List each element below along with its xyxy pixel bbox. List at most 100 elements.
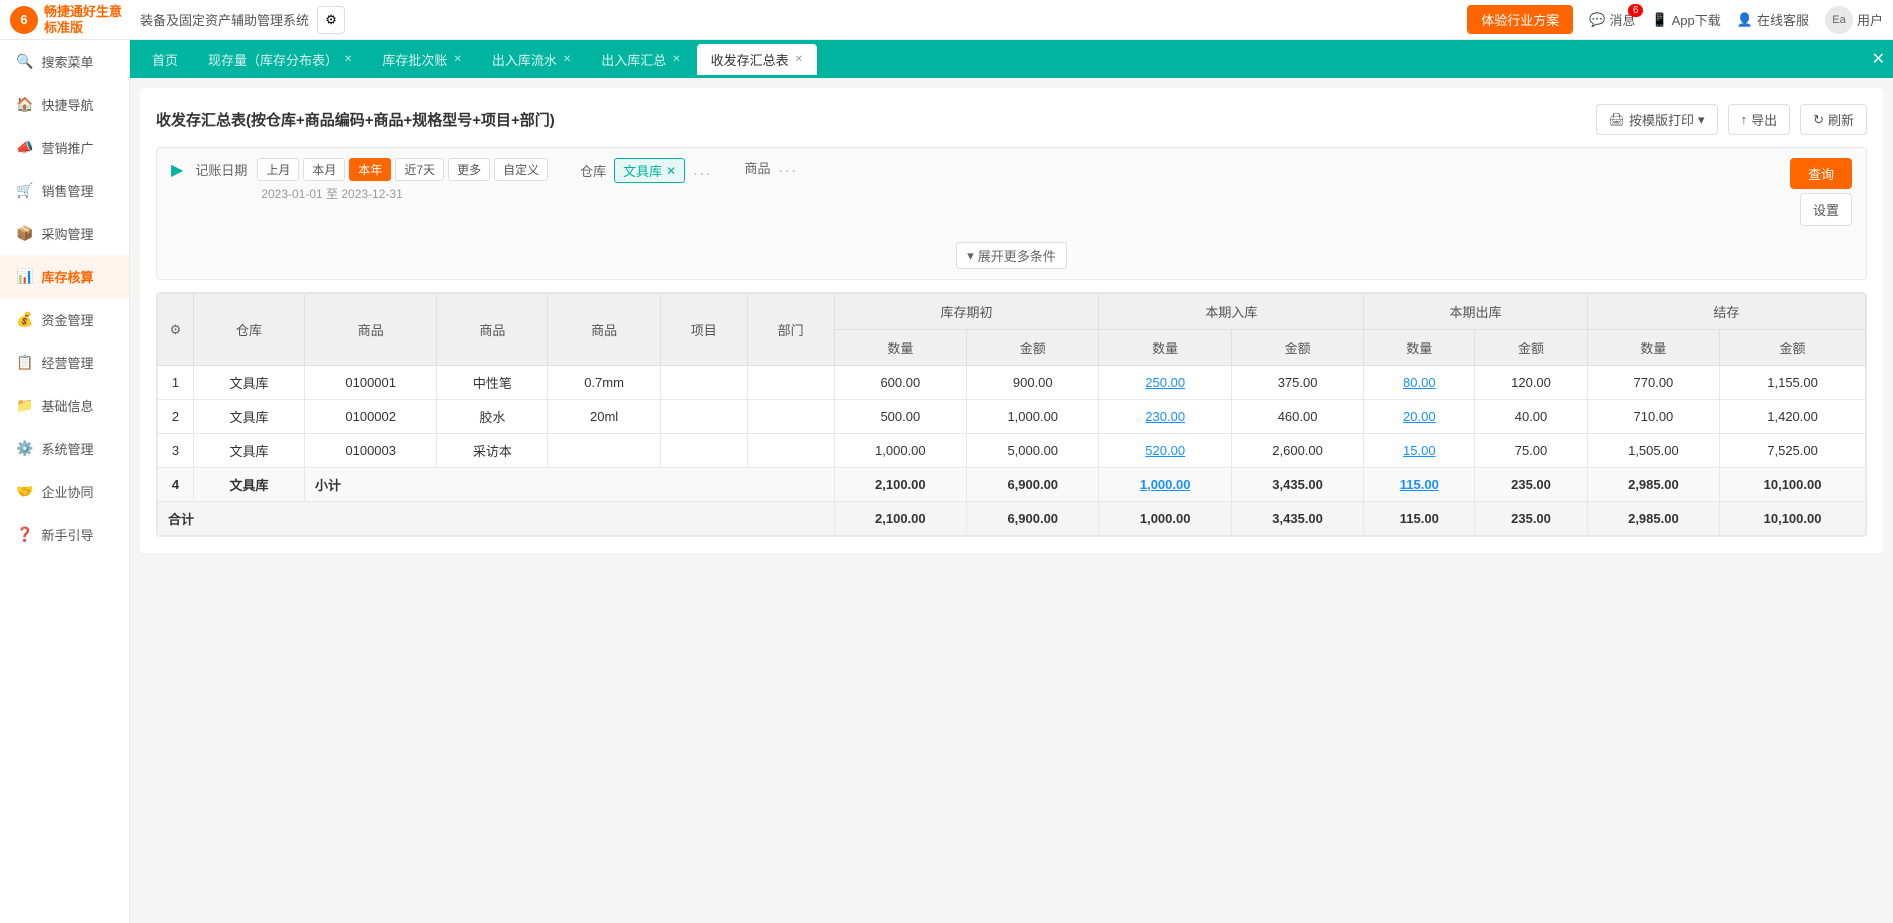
tab-stockio-summary[interactable]: 收发存汇总表 ✕ <box>697 44 817 75</box>
top-bar-left: 6 畅捷通好生意 标准版 装备及固定资产辅助管理系统 ⚙ <box>10 4 345 35</box>
subtotal-opening-qty: 2,100.00 <box>834 468 966 502</box>
th-goods-code: 商品 <box>304 294 436 366</box>
date-btn-this-year[interactable]: 本年 <box>349 158 391 181</box>
tab-home[interactable]: 首页 <box>138 44 192 75</box>
filter-setting-button[interactable]: 设置 <box>1800 193 1852 226</box>
subtotal-out-qty[interactable]: 115.00 <box>1364 468 1475 502</box>
total-out-qty: 115.00 <box>1364 502 1475 536</box>
settings-button[interactable]: ⚙ <box>317 6 345 34</box>
refresh-icon: ↻ <box>1813 112 1824 128</box>
cell-closing-amt: 1,420.00 <box>1720 400 1866 434</box>
sidebar-item-finance[interactable]: 💰 资金管理 <box>0 298 129 341</box>
cell-goods-name: 采访本 <box>437 434 548 468</box>
date-btn-this-month[interactable]: 本月 <box>303 158 345 181</box>
cell-out-amt: 120.00 <box>1475 366 1587 400</box>
tab-close-inout-flow[interactable]: ✕ <box>563 54 571 65</box>
subtotal-in-amt: 3,435.00 <box>1231 468 1363 502</box>
page-actions: 🖨 按模版打印 ▾ ↑ 导出 ↻ 刷新 <box>1596 104 1868 135</box>
total-closing-amt: 10,100.00 <box>1720 502 1866 536</box>
base-info-icon: 📁 <box>16 397 33 414</box>
tab-inventory-dist[interactable]: 现存量（库存分布表） ✕ <box>194 44 366 75</box>
sidebar-item-base-info[interactable]: 📁 基础信息 <box>0 384 129 427</box>
date-btn-custom[interactable]: 自定义 <box>494 158 548 181</box>
table-row: 3 文具库 0100003 采访本 1,000.00 5,000.00 520.… <box>158 434 1866 468</box>
th-project: 项目 <box>660 294 747 366</box>
warehouse-filter-label: 仓库 <box>580 161 606 180</box>
logo-text: 畅捷通好生意 标准版 <box>44 4 122 35</box>
tab-inout-flow[interactable]: 出入库流水 ✕ <box>478 44 585 75</box>
refresh-button[interactable]: ↻ 刷新 <box>1800 104 1867 135</box>
th-warehouse: 仓库 <box>194 294 305 366</box>
tab-batch-account[interactable]: 库存批次账 ✕ <box>368 44 475 75</box>
subtotal-in-qty[interactable]: 1,000.00 <box>1099 468 1231 502</box>
query-button[interactable]: 查询 <box>1790 158 1852 189</box>
th-goods-spec: 商品 <box>548 294 660 366</box>
subtotal-closing-qty: 2,985.00 <box>1587 468 1719 502</box>
marketing-icon: 📣 <box>16 139 33 156</box>
cell-in-qty[interactable]: 520.00 <box>1099 434 1231 468</box>
expand-icon: ▾ <box>967 248 974 264</box>
phone-icon: 📱 <box>1651 12 1667 28</box>
tab-close-inventory-dist[interactable]: ✕ <box>344 54 352 65</box>
inventory-icon: 📊 <box>16 268 33 285</box>
system-icon: ⚙️ <box>16 440 33 457</box>
cell-no: 2 <box>158 400 194 434</box>
cell-out-qty[interactable]: 80.00 <box>1364 366 1475 400</box>
cell-goods-spec: 20ml <box>548 400 660 434</box>
sidebar-item-operations[interactable]: 📋 经营管理 <box>0 341 129 384</box>
filter-collapse-btn[interactable]: ▶ <box>171 160 183 180</box>
goods-filter-dots[interactable]: ... <box>779 159 798 177</box>
sidebar-item-search[interactable]: 🔍 搜索菜单 <box>0 40 129 83</box>
main-layout: 🔍 搜索菜单 🏠 快捷导航 📣 营销推广 🛒 销售管理 📦 采购管理 📊 库存核… <box>0 40 1893 923</box>
print-button[interactable]: 🖨 按模版打印 ▾ <box>1596 104 1718 135</box>
date-btn-last-month[interactable]: 上月 <box>257 158 299 181</box>
th-group-opening: 库存期初 <box>834 294 1099 330</box>
tab-bar-close[interactable]: ✕ <box>1872 49 1885 69</box>
cell-closing-amt: 1,155.00 <box>1720 366 1866 400</box>
sidebar-item-enterprise[interactable]: 🤝 企业协同 <box>0 470 129 513</box>
sidebar-item-purchase[interactable]: 📦 采购管理 <box>0 212 129 255</box>
expand-conditions-button[interactable]: ▾ 展开更多条件 <box>956 242 1067 269</box>
cell-closing-qty: 770.00 <box>1587 366 1719 400</box>
data-table: ⚙ 仓库 商品 商品 商品 项目 部门 库存期初 本期入库 本期出库 <box>157 293 1866 536</box>
th-dept: 部门 <box>747 294 834 366</box>
th-settings[interactable]: ⚙ <box>158 294 194 366</box>
tab-close-inout-summary[interactable]: ✕ <box>672 54 680 65</box>
tab-close-stockio-summary[interactable]: ✕ <box>795 54 803 65</box>
sidebar-item-sales[interactable]: 🛒 销售管理 <box>0 169 129 212</box>
cell-in-amt: 375.00 <box>1231 366 1363 400</box>
date-btn-more[interactable]: 更多 <box>448 158 490 181</box>
chevron-down-icon: ▾ <box>1698 112 1705 128</box>
sidebar-item-inventory[interactable]: 📊 库存核算 <box>0 255 129 298</box>
experience-button[interactable]: 体验行业方案 <box>1467 5 1573 34</box>
subtotal-opening-amt: 6,900.00 <box>967 468 1099 502</box>
page-title-row: 收发存汇总表(按仓库+商品编码+商品+规格型号+项目+部门) 🖨 按模版打印 ▾… <box>156 104 1867 135</box>
top-bar-right: 体验行业方案 💬 消息 6 📱 App下载 👤 在线客服 Ea 用户 <box>1467 5 1883 34</box>
warehouse-tag-close[interactable]: ✕ <box>666 164 676 178</box>
date-btn-7days[interactable]: 近7天 <box>395 158 444 181</box>
user-area[interactable]: Ea 用户 <box>1825 6 1883 34</box>
cell-goods-code: 0100001 <box>304 366 436 400</box>
subtotal-warehouse: 文具库 <box>194 468 305 502</box>
cell-out-qty[interactable]: 20.00 <box>1364 400 1475 434</box>
cell-in-qty[interactable]: 230.00 <box>1099 400 1231 434</box>
cell-out-qty[interactable]: 15.00 <box>1364 434 1475 468</box>
sidebar-item-quick-nav[interactable]: 🏠 快捷导航 <box>0 83 129 126</box>
th-group-period-out: 本期出库 <box>1364 294 1587 330</box>
tab-inout-summary[interactable]: 出入库汇总 ✕ <box>587 44 694 75</box>
sidebar-item-marketing[interactable]: 📣 营销推广 <box>0 126 129 169</box>
messages-button[interactable]: 💬 消息 6 <box>1589 10 1635 29</box>
warehouse-filter-tag[interactable]: 文具库 ✕ <box>614 158 685 183</box>
sidebar: 🔍 搜索菜单 🏠 快捷导航 📣 营销推广 🛒 销售管理 📦 采购管理 📊 库存核… <box>0 40 130 923</box>
export-button[interactable]: ↑ 导出 <box>1728 104 1791 135</box>
sidebar-item-system[interactable]: ⚙️ 系统管理 <box>0 427 129 470</box>
online-service-button[interactable]: 👤 在线客服 <box>1737 10 1809 29</box>
th-group-closing: 结存 <box>1587 294 1865 330</box>
tab-close-batch-account[interactable]: ✕ <box>453 54 461 65</box>
page-title: 收发存汇总表(按仓库+商品编码+商品+规格型号+项目+部门) <box>156 109 555 130</box>
guide-icon: ❓ <box>16 526 33 543</box>
warehouse-filter-dots[interactable]: ... <box>693 162 712 180</box>
app-download-button[interactable]: 📱 App下载 <box>1651 10 1720 29</box>
cell-in-qty[interactable]: 250.00 <box>1099 366 1231 400</box>
sidebar-item-guide[interactable]: ❓ 新手引导 <box>0 513 129 556</box>
